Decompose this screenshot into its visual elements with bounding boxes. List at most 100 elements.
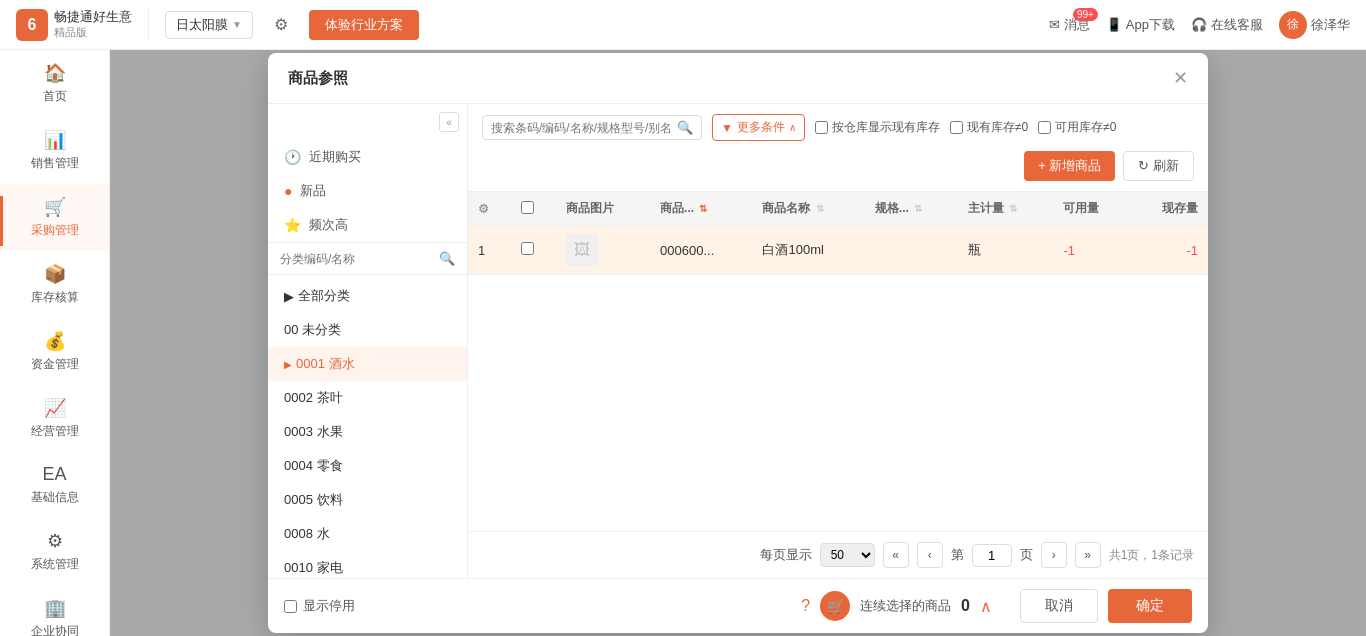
warehouse-checkbox[interactable] [815,121,828,134]
per-page-select[interactable]: 50 10 20 100 [820,543,875,567]
cell-code: 000600... [650,226,752,275]
available-nonzero-checkbox[interactable] [1038,121,1051,134]
col-unit: 主计量 ⇅ [958,192,1054,226]
quick-access-section: « 🕐 近期购买 ● 新品 ⭐ 频次高 [268,104,467,243]
confirm-button[interactable]: 确定 [1108,589,1192,623]
store-selector[interactable]: 日太阳膜 ▼ [165,11,253,39]
messages-button[interactable]: ✉ 消息 99+ [1049,16,1090,34]
recent-icon: 🕐 [284,149,301,165]
warehouse-display-filter[interactable]: 按仓库显示现有库存 [815,119,940,136]
sidebar-item-label: 库存核算 [31,289,79,306]
last-page-button[interactable]: » [1075,542,1101,568]
category-expand-icon: ▶ [284,289,294,304]
unit-sort-icon[interactable]: ⇅ [1009,203,1017,214]
active-bar [0,196,3,246]
first-page-button[interactable]: « [883,542,909,568]
product-search-icon[interactable]: 🔍 [677,120,693,135]
product-search-input[interactable] [491,121,671,135]
help-icon[interactable]: ? [801,597,810,615]
service-button[interactable]: 🎧 在线客服 [1191,16,1263,34]
sidebar-item-system[interactable]: ⚙ 系统管理 [0,518,109,585]
category-item-0001[interactable]: ▶ 0001 酒水 [268,347,467,381]
collapse-panel-button[interactable]: « [439,112,459,132]
page-total-info: 共1页，1条记录 [1109,547,1194,564]
stock-nonzero-checkbox[interactable] [950,121,963,134]
messages-badge: 99+ [1073,8,1098,21]
selected-products-label: 连续选择的商品 [860,597,951,615]
more-filter-button[interactable]: ▼ 更多条件 ∧ [712,114,805,141]
category-label: 0001 酒水 [296,355,355,373]
table-row[interactable]: 1 🖼 000600... [468,226,1208,275]
show-disabled-toggle[interactable]: 显示停用 [284,597,355,615]
name-sort-icon[interactable]: ⇅ [816,203,824,214]
col-spec: 规格... ⇅ [865,192,958,226]
page-number-input[interactable] [972,544,1012,567]
cell-name: 白酒100ml [752,226,864,275]
sidebar-item-operations[interactable]: 📈 经营管理 [0,385,109,452]
sidebar-item-purchase[interactable]: 🛒 采购管理 [0,184,109,251]
category-search-icon[interactable]: 🔍 [439,251,455,266]
quick-item-frequent[interactable]: ⭐ 频次高 [268,208,467,242]
cell-no: 1 [468,226,511,275]
home-icon: 🏠 [44,62,66,84]
row-checkbox[interactable] [521,242,534,255]
quick-item-recent[interactable]: 🕐 近期购买 [268,140,467,174]
category-item-0010[interactable]: 0010 家电 [268,551,467,578]
sidebar-item-enterprise[interactable]: 🏢 企业协同 [0,585,109,636]
logo-icon: 6 [16,9,48,41]
col-code-label: 商品... [660,201,694,215]
img-placeholder-icon: 🖼 [574,241,590,259]
sidebar-item-basics[interactable]: EA 基础信息 [0,452,109,518]
code-sort-icon[interactable]: ⇅ [699,203,707,214]
available-nonzero-filter[interactable]: 可用库存≠0 [1038,119,1116,136]
avatar: 徐 [1279,11,1307,39]
column-settings-icon[interactable]: ⚙ [478,202,489,216]
modal-title: 商品参照 [288,69,348,88]
sidebar-item-finance[interactable]: 💰 资金管理 [0,318,109,385]
purchase-icon: 🛒 [44,196,66,218]
close-button[interactable]: ✕ [1173,67,1188,89]
cell-img: 🖼 [556,226,650,275]
category-item-00[interactable]: 00 未分类 [268,313,467,347]
category-item-0004[interactable]: 0004 零食 [268,449,467,483]
sidebar-item-label: 资金管理 [31,356,79,373]
add-product-button[interactable]: + 新增商品 [1024,151,1115,181]
trial-button[interactable]: 体验行业方案 [309,10,419,40]
logo-sub: 精品版 [54,25,132,40]
category-item-all[interactable]: ▶ 全部分类 [268,279,467,313]
quick-item-new[interactable]: ● 新品 [268,174,467,208]
sidebar-item-home[interactable]: 🏠 首页 [0,50,109,117]
modal-footer: 显示停用 ? 🛒 连续选择的商品 0 ∧ 取消 确定 [268,578,1208,633]
sidebar-item-label: 企业协同 [31,623,79,636]
cart-symbol: 🛒 [827,598,844,614]
toolbar-right-actions: + 新增商品 ↻ 刷新 [1024,151,1194,181]
category-item-0002[interactable]: 0002 茶叶 [268,381,467,415]
category-label: 0003 水果 [284,423,343,441]
sidebar-item-sales[interactable]: 📊 销售管理 [0,117,109,184]
col-spec-label: 规格... [875,201,909,215]
sidebar-item-label: 经营管理 [31,423,79,440]
sidebar-item-inventory[interactable]: 📦 库存核算 [0,251,109,318]
category-item-0008[interactable]: 0008 水 [268,517,467,551]
sidebar-item-label: 基础信息 [31,489,79,506]
navbar-right: ✉ 消息 99+ 📱 App下载 🎧 在线客服 徐 徐泽华 [1049,11,1350,39]
settings-icon[interactable]: ⚙ [265,9,297,41]
select-all-checkbox[interactable] [521,201,534,214]
spec-sort-icon[interactable]: ⇅ [914,203,922,214]
refresh-button[interactable]: ↻ 刷新 [1123,151,1194,181]
category-item-0003[interactable]: 0003 水果 [268,415,467,449]
cancel-button[interactable]: 取消 [1020,589,1098,623]
table-header-row: ⚙ 商品图片 商品... [468,192,1208,226]
sidebar-item-label: 首页 [43,88,67,105]
user-menu[interactable]: 徐 徐泽华 [1279,11,1350,39]
show-disabled-checkbox[interactable] [284,600,297,613]
category-item-0005[interactable]: 0005 饮料 [268,483,467,517]
app-download-button[interactable]: 📱 App下载 [1106,16,1175,34]
next-page-button[interactable]: › [1041,542,1067,568]
per-page-label: 每页显示 [760,546,812,564]
category-search-input[interactable] [280,252,433,266]
footer-collapse-icon[interactable]: ∧ [980,597,992,616]
prev-page-button[interactable]: ‹ [917,542,943,568]
stock-nonzero-filter[interactable]: 现有库存≠0 [950,119,1028,136]
col-stock-label: 现存量 [1162,201,1198,215]
